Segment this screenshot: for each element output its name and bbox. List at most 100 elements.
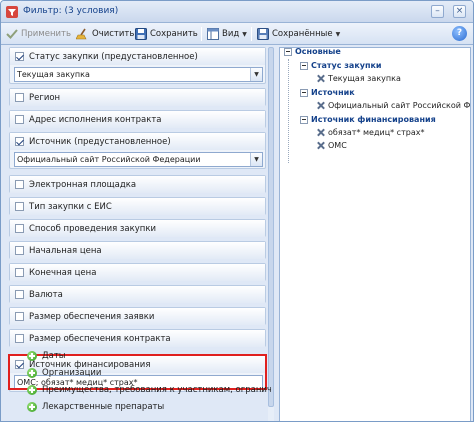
checkbox[interactable] xyxy=(15,334,24,343)
chevron-down-icon[interactable]: ▼ xyxy=(250,153,262,166)
filter-group-label: Регион xyxy=(29,92,61,103)
checkbox[interactable] xyxy=(15,312,24,321)
remove-icon[interactable] xyxy=(316,74,325,83)
saved-filters-dropdown[interactable]: Сохранённые ▼ xyxy=(257,26,340,42)
tree-leaf[interactable]: Официальный сайт Российской Федерации xyxy=(316,101,471,110)
chevron-down-icon: ▼ xyxy=(335,30,341,38)
add-item-organizations[interactable]: Организации xyxy=(27,368,101,378)
filter-group-source: Источник (предустановленное) Официальный… xyxy=(9,132,266,169)
clear-label: Очистить xyxy=(92,29,135,39)
checkbox[interactable] xyxy=(15,224,24,233)
filter-group-start-price: Начальная цена xyxy=(9,241,266,259)
filter-conditions-panel: Статус закупки (предустановленное) Текущ… xyxy=(5,47,274,421)
minimize-button[interactable]: – xyxy=(431,5,444,18)
checkbox[interactable] xyxy=(15,93,24,102)
tree-line xyxy=(288,59,289,163)
add-icon xyxy=(27,351,37,361)
add-item-label: Преимущества, требования к участникам, о… xyxy=(42,385,271,395)
filter-group-purchase-status: Статус закупки (предустановленное) Текущ… xyxy=(9,47,266,84)
checkbox[interactable] xyxy=(15,246,24,255)
tree-root[interactable]: Основные xyxy=(284,47,341,56)
close-button[interactable]: × xyxy=(453,5,466,18)
filter-group-header[interactable]: Тип закупки с ЕИС xyxy=(10,198,265,215)
purchase-status-select[interactable]: Текущая закупка ▼ xyxy=(14,67,263,82)
filter-group-header[interactable]: Адрес исполнения контракта xyxy=(10,111,265,128)
checkbox[interactable] xyxy=(15,290,24,299)
saved-disk-icon xyxy=(257,28,269,40)
chevron-down-icon[interactable]: ▼ xyxy=(250,68,262,81)
filter-group-header[interactable]: Валюта xyxy=(10,286,265,303)
title-bar: Фильтр: (3 условия) – × xyxy=(1,1,473,23)
checkbox[interactable] xyxy=(15,115,24,124)
filter-group-e-platform: Электронная площадка xyxy=(9,175,266,193)
checkbox[interactable] xyxy=(15,202,24,211)
checkmark-icon xyxy=(6,29,18,39)
add-item-label: Даты xyxy=(42,351,66,361)
add-icon xyxy=(27,402,37,412)
view-dropdown[interactable]: Вид ▼ xyxy=(207,26,247,42)
filter-group-header[interactable]: Конечная цена xyxy=(10,264,265,281)
select-value: Официальный сайт Российской Федерации xyxy=(17,155,201,164)
filter-group-label: Способ проведения закупки xyxy=(29,223,157,234)
toolbar-separator xyxy=(251,27,252,41)
checkbox[interactable] xyxy=(15,52,24,61)
filter-group-label: Размер обеспечения заявки xyxy=(29,311,155,322)
save-disk-icon xyxy=(135,28,147,40)
collapse-icon[interactable] xyxy=(284,48,292,56)
filter-group-header[interactable]: Электронная площадка xyxy=(10,176,265,193)
remove-icon[interactable] xyxy=(316,128,325,137)
filter-group-label: Конечная цена xyxy=(29,267,97,278)
tree-leaf[interactable]: Текущая закупка xyxy=(316,74,401,83)
filter-group-label: Валюта xyxy=(29,289,63,300)
save-label: Сохранить xyxy=(150,29,198,39)
collapse-icon[interactable] xyxy=(300,88,308,97)
filter-window: Фильтр: (3 условия) – × Применить Очисти… xyxy=(0,0,474,422)
filter-group-header[interactable]: Регион xyxy=(10,89,265,106)
broom-icon xyxy=(76,28,87,40)
checkbox[interactable] xyxy=(15,268,24,277)
tree-node-source[interactable]: Источник xyxy=(300,88,355,97)
clear-button[interactable]: Очистить xyxy=(76,26,134,42)
save-button[interactable]: Сохранить xyxy=(135,26,198,42)
collapse-icon[interactable] xyxy=(300,61,308,70)
tree-leaf-label: Текущая закупка xyxy=(328,74,401,83)
tree-root-label: Основные xyxy=(295,47,341,56)
filter-group-label: Источник (предустановленное) xyxy=(29,136,171,147)
add-item-label: Организации xyxy=(42,368,102,378)
filter-group-header[interactable]: Размер обеспечения контракта xyxy=(10,330,265,347)
saved-label: Сохранённые xyxy=(272,29,333,39)
toolbar-separator xyxy=(201,27,202,41)
toolbar: Применить Очистить Сохранить Вид ▼ Сохра… xyxy=(1,23,473,45)
apply-button[interactable]: Применить xyxy=(6,26,71,42)
checkbox[interactable] xyxy=(15,137,24,146)
window-title: Фильтр: (3 условия) xyxy=(23,6,119,16)
tree-node-label: Источник xyxy=(311,88,355,97)
tree-leaf-label: ОМС xyxy=(328,141,347,150)
tree-node-funding[interactable]: Источник финансирования xyxy=(300,115,436,124)
filter-group-header[interactable]: Способ проведения закупки xyxy=(10,220,265,237)
tree-node-status[interactable]: Статус закупки xyxy=(300,61,382,70)
source-select[interactable]: Официальный сайт Российской Федерации ▼ xyxy=(14,152,263,167)
help-icon[interactable]: ? xyxy=(452,26,467,41)
collapse-icon[interactable] xyxy=(300,115,308,124)
filter-group-contract-address: Адрес исполнения контракта xyxy=(9,110,266,128)
tree-leaf-label: Официальный сайт Российской Федерации xyxy=(328,101,471,110)
filter-group-header[interactable]: Источник (предустановленное) xyxy=(10,133,265,150)
tree-leaf-label: обязат* медиц* страх* xyxy=(328,128,425,137)
filter-group-header[interactable]: Начальная цена xyxy=(10,242,265,259)
tree-leaf[interactable]: обязат* медиц* страх* xyxy=(316,128,424,137)
filter-group-region: Регион xyxy=(9,88,266,106)
filter-group-bid-security: Размер обеспечения заявки xyxy=(9,307,266,325)
add-item-medicines[interactable]: Лекарственные препараты xyxy=(27,402,164,412)
remove-icon[interactable] xyxy=(316,141,325,150)
remove-icon[interactable] xyxy=(316,101,325,110)
filter-group-header[interactable]: Статус закупки (предустановленное) xyxy=(10,48,265,65)
checkbox[interactable] xyxy=(15,180,24,189)
filter-group-header[interactable]: Размер обеспечения заявки xyxy=(10,308,265,325)
left-scrollbar[interactable] xyxy=(268,47,274,421)
add-item-advantages[interactable]: Преимущества, требования к участникам, о… xyxy=(27,385,271,395)
tree-leaf[interactable]: ОМС xyxy=(316,141,347,150)
add-item-dates[interactable]: Даты xyxy=(27,351,66,361)
scrollbar-thumb[interactable] xyxy=(268,47,274,407)
filter-group-label: Начальная цена xyxy=(29,245,102,256)
